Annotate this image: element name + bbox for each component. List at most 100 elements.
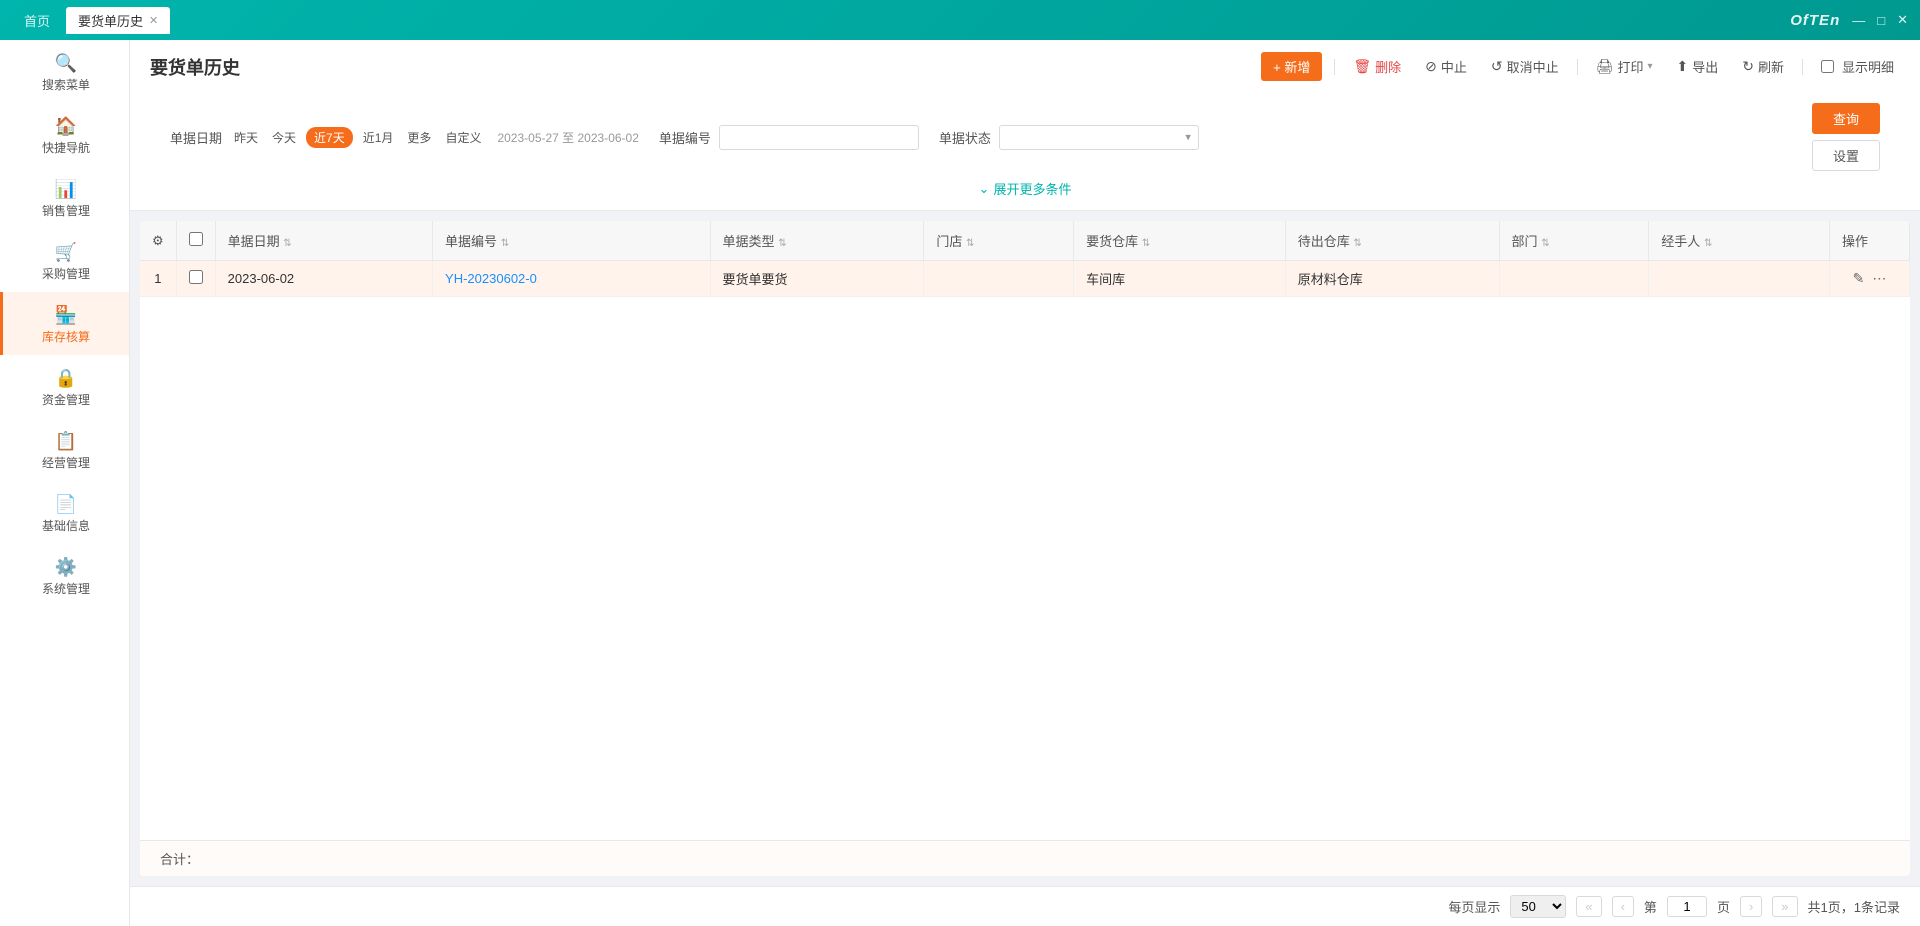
search-menu-icon: 🔍: [55, 54, 77, 72]
date-custom[interactable]: 自定义: [441, 127, 485, 148]
sort-type-icon: ⇅: [778, 238, 786, 249]
sidebar-item-sys-mgmt[interactable]: ⚙️ 系统管理: [0, 544, 129, 607]
sidebar-item-purchase-label: 采购管理: [42, 265, 90, 282]
tab-requisition-label: 要货单历史: [78, 11, 143, 30]
new-btn[interactable]: + 新增: [1261, 52, 1322, 81]
col-checkbox: [176, 221, 215, 261]
date-yesterday[interactable]: 昨天: [230, 127, 262, 148]
page-input[interactable]: [1667, 896, 1707, 917]
sidebar-item-purchase-mgmt[interactable]: 🛒 采购管理: [0, 229, 129, 292]
delete-icon: 🗑: [1353, 58, 1371, 75]
sidebar-item-quick-nav-label: 快捷导航: [42, 139, 90, 156]
col-pending-warehouse-label: 待出仓库: [1298, 234, 1350, 249]
sidebar-item-sales-mgmt[interactable]: 📊 销售管理: [0, 166, 129, 229]
more-icon[interactable]: ⋯: [1872, 270, 1886, 287]
divider-2: [1577, 59, 1578, 75]
last-page-btn[interactable]: »: [1772, 896, 1797, 917]
per-page-select[interactable]: 20 50 100: [1510, 895, 1566, 918]
sort-pending-warehouse-icon: ⇅: [1353, 238, 1361, 249]
sort-req-warehouse-icon: ⇅: [1142, 238, 1150, 249]
date-today[interactable]: 今天: [268, 127, 300, 148]
date-7days[interactable]: 近7天: [306, 127, 353, 148]
row-pending-warehouse: 原材料仓库: [1285, 261, 1499, 297]
op-icons: ✎ ⋯: [1842, 270, 1897, 287]
sys-icon: ⚙️: [55, 558, 77, 576]
prev-page-btn[interactable]: ‹: [1612, 896, 1634, 917]
sidebar-item-sys-label: 系统管理: [42, 580, 90, 597]
tab-bar: 首页 要货单历史 ✕: [12, 7, 1790, 34]
expand-more-btn[interactable]: ⌄ 展开更多条件: [170, 179, 1880, 198]
row-store: [924, 261, 1074, 297]
sidebar-item-inventory-mgmt[interactable]: 🏪 库存核算: [0, 292, 129, 355]
row-doc-number: YH-20230602-0: [433, 261, 711, 297]
brand-logo: OfTEn: [1790, 12, 1840, 29]
col-pending-warehouse[interactable]: 待出仓库 ⇅: [1285, 221, 1499, 261]
export-btn[interactable]: ⬆ 导出: [1670, 53, 1724, 80]
sort-dept-icon: ⇅: [1541, 238, 1549, 249]
sidebar-item-ops-mgmt[interactable]: 📋 经营管理: [0, 418, 129, 481]
doc-number-input[interactable]: [719, 125, 919, 150]
sidebar-item-quick-nav[interactable]: 🏠 快捷导航: [0, 103, 129, 166]
print-btn[interactable]: 🖨 打印 ▾: [1590, 53, 1659, 80]
show-detail-checkbox[interactable]: [1821, 60, 1834, 73]
page-header: 要货单历史 + 新增 🗑 删除 ⊘ 中止 ↺ 取消中止: [130, 40, 1920, 211]
doc-number-link[interactable]: YH-20230602-0: [445, 271, 537, 286]
col-dept-label: 部门: [1512, 234, 1538, 249]
tab-home[interactable]: 首页: [12, 7, 62, 34]
col-handler[interactable]: 经手人 ⇅: [1649, 221, 1830, 261]
main-layout: 🔍 搜索菜单 🏠 快捷导航 📊 销售管理 🛒 采购管理 🏪 库存核算 🔒 资金管…: [0, 40, 1920, 926]
show-detail-btn[interactable]: 显示明细: [1815, 53, 1900, 80]
print-label: 打印: [1617, 57, 1643, 76]
col-handler-label: 经手人: [1661, 234, 1700, 249]
stop-btn[interactable]: ⊘ 中止: [1419, 53, 1473, 80]
window-minimize-btn[interactable]: —: [1852, 13, 1865, 28]
settings-btn[interactable]: 设置: [1812, 140, 1880, 171]
col-store[interactable]: 门店 ⇅: [924, 221, 1074, 261]
col-req-warehouse[interactable]: 要货仓库 ⇅: [1074, 221, 1286, 261]
sidebar-item-finance-mgmt[interactable]: 🔒 资金管理: [0, 355, 129, 418]
table-head: ⚙ 单据日期 ⇅ 单据编号 ⇅ 单据类型: [140, 221, 1910, 261]
sidebar-item-search-menu[interactable]: 🔍 搜索菜单: [0, 40, 129, 103]
pagination-bar: 每页显示 20 50 100 « ‹ 第 页 › » 共1页，1条记录: [130, 886, 1920, 926]
date-1month[interactable]: 近1月: [359, 127, 398, 148]
next-page-btn[interactable]: ›: [1740, 896, 1762, 917]
sort-date-icon: ⇅: [283, 238, 291, 249]
table-row: 1 2023-06-02 YH-20230602-0 要货单要货 车间库 原材料…: [140, 261, 1910, 297]
col-type[interactable]: 单据类型 ⇅: [710, 221, 924, 261]
col-date[interactable]: 单据日期 ⇅: [215, 221, 432, 261]
status-select[interactable]: 待审核 已审核 已取消: [999, 125, 1199, 150]
row-checkbox[interactable]: [189, 270, 203, 284]
cancel-stop-icon: ↺: [1491, 58, 1503, 75]
date-more[interactable]: 更多: [403, 127, 435, 148]
status-label: 单据状态: [939, 128, 991, 147]
cancel-stop-label: 取消中止: [1507, 57, 1559, 76]
first-page-btn[interactable]: «: [1576, 896, 1601, 917]
query-btn[interactable]: 查询: [1812, 103, 1880, 134]
select-all-checkbox[interactable]: [189, 232, 203, 246]
filter-action-buttons: 查询 设置: [1812, 103, 1880, 171]
sidebar-item-base-label: 基础信息: [42, 517, 90, 534]
edit-icon[interactable]: ✎: [1853, 270, 1865, 287]
cancel-stop-btn[interactable]: ↺ 取消中止: [1485, 53, 1565, 80]
col-dept[interactable]: 部门 ⇅: [1499, 221, 1649, 261]
col-settings[interactable]: ⚙: [140, 221, 176, 261]
sidebar-item-base-info[interactable]: 📄 基础信息: [0, 481, 129, 544]
refresh-label: 刷新: [1758, 57, 1784, 76]
purchase-icon: 🛒: [55, 243, 77, 261]
top-bar: 首页 要货单历史 ✕ OfTEn — □ ✕: [0, 0, 1920, 40]
window-maximize-btn[interactable]: □: [1877, 13, 1885, 28]
window-close-btn[interactable]: ✕: [1897, 12, 1908, 28]
stop-icon: ⊘: [1425, 58, 1437, 75]
total-info: 共1页，1条记录: [1808, 897, 1900, 916]
row-handler: [1649, 261, 1830, 297]
date-filter-group: 单据日期 昨天 今天 近7天 近1月 更多 自定义 2023-05-27 至 2…: [170, 127, 639, 148]
delete-btn[interactable]: 🗑 删除: [1347, 53, 1407, 80]
sidebar: 🔍 搜索菜单 🏠 快捷导航 📊 销售管理 🛒 采购管理 🏪 库存核算 🔒 资金管…: [0, 40, 130, 926]
tab-requisition-history[interactable]: 要货单历史 ✕: [66, 7, 170, 34]
date-range-text: 2023-05-27 至 2023-06-02: [497, 129, 638, 146]
col-number[interactable]: 单据编号 ⇅: [433, 221, 711, 261]
filter-row: 单据日期 昨天 今天 近7天 近1月 更多 自定义 2023-05-27 至 2…: [170, 103, 1880, 171]
row-checkbox-cell: [176, 261, 215, 297]
tab-close-icon[interactable]: ✕: [149, 14, 158, 27]
refresh-btn[interactable]: ↻ 刷新: [1736, 53, 1790, 80]
